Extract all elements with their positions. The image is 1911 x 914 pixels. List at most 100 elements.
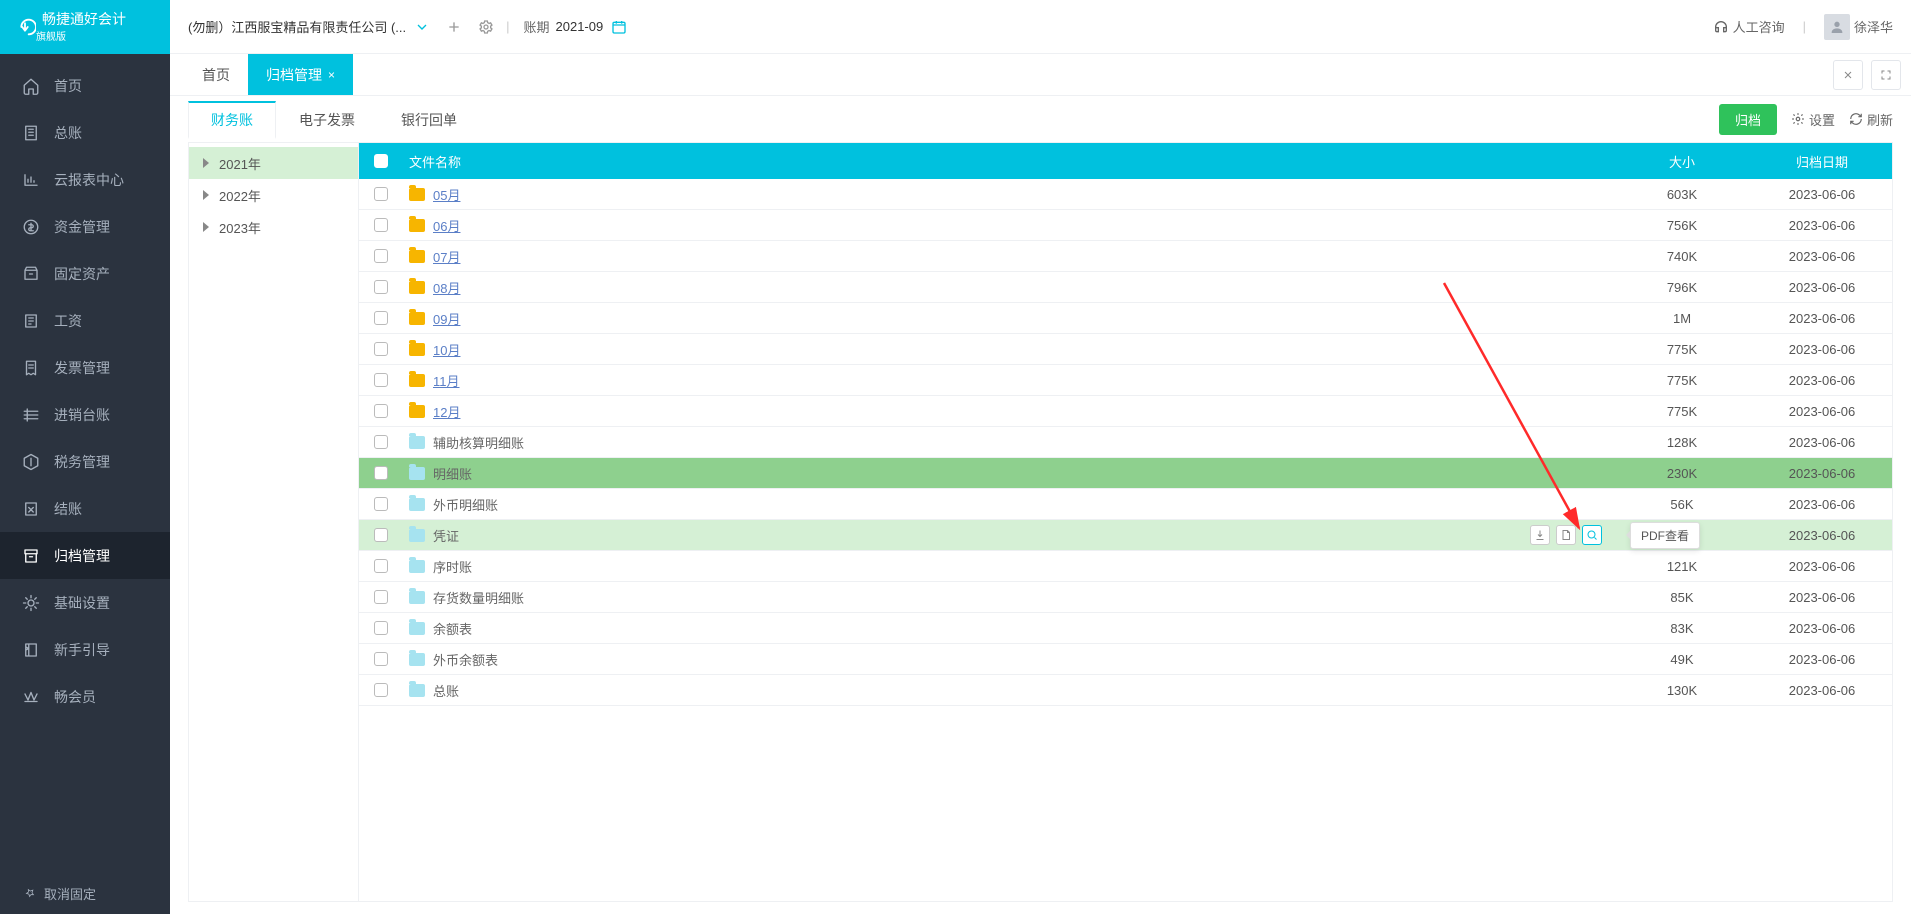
file-size: 128K <box>1612 435 1752 450</box>
row-checkbox[interactable] <box>374 280 388 294</box>
archive-date: 2023-06-06 <box>1752 249 1892 264</box>
row-checkbox[interactable] <box>374 497 388 511</box>
table-row[interactable]: 外币余额表49K2023-06-06 <box>359 644 1892 675</box>
guide-icon <box>22 641 40 659</box>
row-checkbox[interactable] <box>374 683 388 697</box>
table-row[interactable]: 07月740K2023-06-06 <box>359 241 1892 272</box>
table-row[interactable]: 05月603K2023-06-06 <box>359 179 1892 210</box>
nav-item-tax[interactable]: 税务管理 <box>0 438 170 485</box>
table-row[interactable]: 凭证PDF查看33K2023-06-06 <box>359 520 1892 551</box>
row-checkbox[interactable] <box>374 342 388 356</box>
folder-icon <box>409 250 425 263</box>
select-all-checkbox[interactable] <box>374 154 388 168</box>
file-name[interactable]: 12月 <box>433 402 460 421</box>
folder-icon <box>409 560 425 573</box>
row-checkbox[interactable] <box>374 435 388 449</box>
tree-item-2022年[interactable]: 2022年 <box>189 179 358 211</box>
row-checkbox[interactable] <box>374 311 388 325</box>
file-name[interactable]: 06月 <box>433 216 460 235</box>
file-name: 存货数量明细账 <box>433 588 524 607</box>
table-row[interactable]: 06月756K2023-06-06 <box>359 210 1892 241</box>
table-row[interactable]: 辅助核算明细账128K2023-06-06 <box>359 427 1892 458</box>
subtab-财务账[interactable]: 财务账 <box>188 101 276 139</box>
nav-item-archive[interactable]: 归档管理 <box>0 532 170 579</box>
table-row[interactable]: 11月775K2023-06-06 <box>359 365 1892 396</box>
nav-item-gear[interactable]: 基础设置 <box>0 579 170 626</box>
table-row[interactable]: 09月1M2023-06-06 <box>359 303 1892 334</box>
row-checkbox[interactable] <box>374 590 388 604</box>
gear-icon[interactable] <box>478 19 494 35</box>
tab-归档管理[interactable]: 归档管理× <box>248 54 353 95</box>
company-selector[interactable]: (勿删）江西服宝精品有限责任公司 (... <box>188 17 406 36</box>
archive-date: 2023-06-06 <box>1752 280 1892 295</box>
table-row[interactable]: 10月775K2023-06-06 <box>359 334 1892 365</box>
nav-item-close[interactable]: 结账 <box>0 485 170 532</box>
plus-icon[interactable] <box>446 19 462 35</box>
file-name[interactable]: 08月 <box>433 278 460 297</box>
row-checkbox[interactable] <box>374 218 388 232</box>
download-icon[interactable] <box>1530 525 1550 545</box>
nav-item-guide[interactable]: 新手引导 <box>0 626 170 673</box>
consult-link[interactable]: 人工咨询 <box>1713 17 1785 36</box>
nav-item-ledger[interactable]: 总账 <box>0 109 170 156</box>
row-checkbox[interactable] <box>374 404 388 418</box>
row-checkbox[interactable] <box>374 187 388 201</box>
file-name[interactable]: 07月 <box>433 247 460 266</box>
row-checkbox[interactable] <box>374 621 388 635</box>
topbar: (勿删）江西服宝精品有限责任公司 (... | 账期 2021-09 人工咨询 … <box>170 0 1911 54</box>
table-row[interactable]: 余额表83K2023-06-06 <box>359 613 1892 644</box>
user-menu[interactable]: 徐泽华 <box>1824 14 1893 40</box>
row-checkbox[interactable] <box>374 652 388 666</box>
nav-item-salary[interactable]: 工资 <box>0 297 170 344</box>
row-checkbox[interactable] <box>374 249 388 263</box>
pin-toggle[interactable]: 取消固定 <box>0 872 170 914</box>
subtab-电子发票[interactable]: 电子发票 <box>276 100 378 138</box>
content: 财务账电子发票银行回单 归档 设置 刷新 2021年2022年2023年 文件名… <box>170 96 1911 914</box>
file-name[interactable]: 05月 <box>433 185 460 204</box>
table-row[interactable]: 外币明细账56K2023-06-06 <box>359 489 1892 520</box>
period-value[interactable]: 2021-09 <box>556 19 604 34</box>
file-name[interactable]: 10月 <box>433 340 460 359</box>
table-row[interactable]: 08月796K2023-06-06 <box>359 272 1892 303</box>
fullscreen-button[interactable] <box>1871 60 1901 90</box>
row-checkbox[interactable] <box>374 373 388 387</box>
pdf-icon[interactable] <box>1556 525 1576 545</box>
table-row[interactable]: 序时账121K2023-06-06 <box>359 551 1892 582</box>
col-name: 文件名称 <box>403 152 1612 171</box>
tree-item-2023年[interactable]: 2023年 <box>189 211 358 243</box>
nav-item-home[interactable]: 首页 <box>0 62 170 109</box>
archive-button[interactable]: 归档 <box>1719 104 1777 135</box>
table-row[interactable]: 12月775K2023-06-06 <box>359 396 1892 427</box>
row-checkbox[interactable] <box>374 528 388 542</box>
nav-item-vip[interactable]: 畅会员 <box>0 673 170 720</box>
home-icon <box>22 77 40 95</box>
close-button[interactable] <box>1833 60 1863 90</box>
file-size: 230K <box>1612 466 1752 481</box>
nav-item-asset[interactable]: 固定资产 <box>0 250 170 297</box>
preview-icon[interactable] <box>1582 525 1602 545</box>
calendar-icon[interactable] <box>611 19 627 35</box>
tree-item-2021年[interactable]: 2021年 <box>189 147 358 179</box>
subtab-银行回单[interactable]: 银行回单 <box>378 100 480 138</box>
refresh-link[interactable]: 刷新 <box>1849 110 1893 129</box>
file-name[interactable]: 11月 <box>433 371 460 390</box>
caret-right-icon <box>203 158 209 168</box>
archive-date: 2023-06-06 <box>1752 528 1892 543</box>
nav-item-money[interactable]: 资金管理 <box>0 203 170 250</box>
archive-date: 2023-06-06 <box>1752 373 1892 388</box>
nav-item-invoice[interactable]: 发票管理 <box>0 344 170 391</box>
table-row[interactable]: 存货数量明细账85K2023-06-06 <box>359 582 1892 613</box>
tab-首页[interactable]: 首页 <box>184 54 248 95</box>
folder-icon <box>409 312 425 325</box>
nav-item-chart[interactable]: 云报表中心 <box>0 156 170 203</box>
table-row[interactable]: 总账130K2023-06-06 <box>359 675 1892 706</box>
logo[interactable]: 畅捷通好会计 旗舰版 <box>0 0 170 54</box>
file-name[interactable]: 09月 <box>433 309 460 328</box>
settings-link[interactable]: 设置 <box>1791 110 1835 129</box>
close-icon[interactable]: × <box>328 68 335 82</box>
row-checkbox[interactable] <box>374 559 388 573</box>
table-row[interactable]: 明细账230K2023-06-06 <box>359 458 1892 489</box>
chevron-down-icon[interactable] <box>414 19 430 35</box>
row-checkbox[interactable] <box>374 466 388 480</box>
nav-item-inout[interactable]: 进销台账 <box>0 391 170 438</box>
